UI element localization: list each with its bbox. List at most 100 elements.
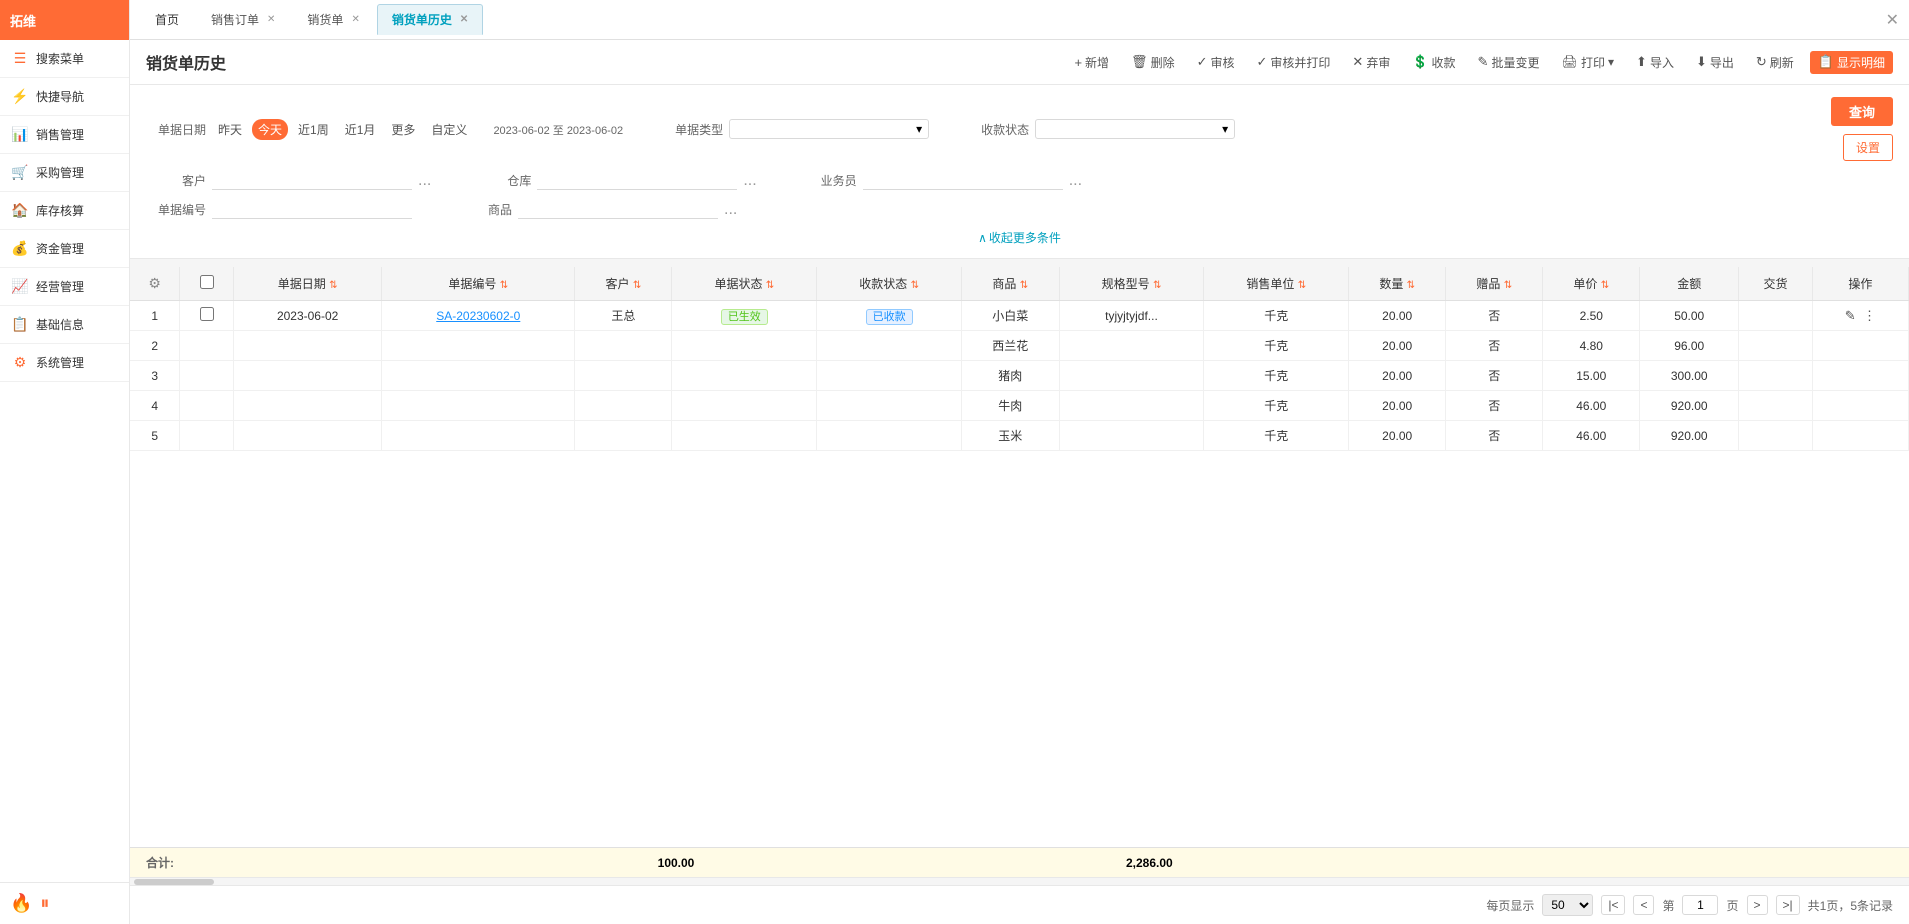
goods-input[interactable] — [518, 200, 718, 219]
date-btn-last-month[interactable]: 近1月 — [339, 119, 382, 140]
sidebar-item-finance[interactable]: 💰 资金管理 — [0, 230, 129, 268]
col-spec[interactable]: 规格型号 ⇅ — [1059, 267, 1204, 301]
col-date[interactable]: 单据日期 ⇅ — [234, 267, 382, 301]
col-price[interactable]: 单价 ⇅ — [1543, 267, 1640, 301]
discard-button[interactable]: ✕弃审 — [1346, 51, 1396, 74]
sidebar-item-search-menu[interactable]: ☰ 搜索菜单 — [0, 40, 129, 78]
audit-icon: ✓ — [1197, 54, 1208, 70]
per-page-select[interactable]: 50 100 200 — [1542, 894, 1593, 916]
print-button[interactable]: 🖨打印▾ — [1555, 51, 1620, 74]
col-doc-no[interactable]: 单据编号 ⇅ — [382, 267, 575, 301]
tab-sales-order-close[interactable]: ✕ — [267, 14, 275, 25]
sidebar-item-label-basic-info: 基础信息 — [36, 316, 84, 333]
date-btn-custom[interactable]: 自定义 — [425, 119, 473, 140]
audit-button[interactable]: ✓审核 — [1191, 51, 1241, 74]
col-gear[interactable]: ⚙ — [130, 267, 180, 301]
warehouse-input[interactable] — [537, 171, 737, 190]
doc-no-input[interactable] — [212, 200, 412, 219]
payment-status-select[interactable]: ▾ — [1035, 119, 1235, 139]
page-prev-btn[interactable]: < — [1633, 895, 1654, 915]
col-goods[interactable]: 商品 ⇅ — [962, 267, 1060, 301]
date-btn-more[interactable]: 更多 — [385, 119, 421, 140]
customer-more-btn[interactable]: ... — [418, 173, 431, 189]
tab-home[interactable]: 首页 — [140, 4, 194, 35]
date-btn-last7[interactable]: 近1周 — [292, 119, 335, 140]
sidebar-item-quick-nav[interactable]: ⚡ 快捷导航 — [0, 78, 129, 116]
sidebar-pause-btn[interactable]: ⏸ — [40, 893, 49, 914]
new-button[interactable]: +新增 — [1068, 51, 1115, 74]
page-last-btn[interactable]: >| — [1776, 895, 1800, 915]
cell-unit: 千克 — [1204, 421, 1349, 451]
collapse-filter-btn[interactable]: ∧ 收起更多条件 — [146, 229, 1893, 246]
col-pay-status[interactable]: 收款状态 ⇅ — [817, 267, 962, 301]
salesperson-input[interactable] — [863, 171, 1063, 190]
page-next-btn[interactable]: > — [1747, 895, 1768, 915]
edit-action-btn[interactable]: ✎ — [1843, 306, 1858, 325]
set-button[interactable]: 设置 — [1843, 134, 1893, 161]
goods-more-btn[interactable]: ... — [724, 202, 737, 218]
cell-price: 15.00 — [1543, 361, 1640, 391]
query-button[interactable]: 查询 — [1831, 97, 1893, 126]
page-first-btn[interactable]: |< — [1601, 895, 1625, 915]
cell-doc-no[interactable]: SA-20230602-0 — [382, 301, 575, 331]
import-button[interactable]: ⬆导入 — [1630, 51, 1680, 74]
sort-doc-no-icon: ⇅ — [500, 280, 508, 291]
row-checkbox[interactable] — [200, 307, 214, 321]
batch-change-button[interactable]: ✎批量变更 — [1472, 51, 1546, 74]
tab-sales-order[interactable]: 销售订单 ✕ — [196, 4, 290, 35]
tab-sales-goods-close[interactable]: ✕ — [351, 14, 359, 25]
sidebar-item-system-mgmt[interactable]: ⚙ 系统管理 — [0, 344, 129, 382]
cell-gift: 否 — [1446, 361, 1543, 391]
export-button[interactable]: ⬇导出 — [1690, 51, 1740, 74]
pagination-bar: 每页显示 50 100 200 |< < 第 页 > >| 共1页，5条记录 — [130, 885, 1909, 924]
col-qty[interactable]: 数量 ⇅ — [1349, 267, 1446, 301]
cell-checkbox[interactable] — [180, 361, 234, 391]
col-customer[interactable]: 客户 ⇅ — [575, 267, 672, 301]
tab-sales-history[interactable]: 销货单历史 ✕ — [377, 4, 483, 35]
sidebar-fire-btn[interactable]: 🔥 — [10, 893, 32, 914]
tab-sales-goods[interactable]: 销货单 ✕ — [292, 4, 374, 35]
cell-spec: tyjyjtyjdf... — [1059, 301, 1204, 331]
more-action-btn[interactable]: ⋮ — [1861, 306, 1878, 325]
sidebar-item-operations[interactable]: 📈 经营管理 — [0, 268, 129, 306]
date-btn-yesterday[interactable]: 昨天 — [212, 119, 248, 140]
customer-input[interactable] — [212, 171, 412, 190]
table-footer: 合计: 100.00 2,286.00 — [130, 847, 1909, 877]
cell-checkbox[interactable] — [180, 421, 234, 451]
sidebar-item-basic-info[interactable]: 📋 基础信息 — [0, 306, 129, 344]
cell-checkbox[interactable] — [180, 331, 234, 361]
tab-bar-close-all[interactable]: ✕ — [1886, 10, 1899, 30]
sidebar-item-label-quick-nav: 快捷导航 — [36, 88, 84, 105]
col-gift[interactable]: 赠品 ⇅ — [1446, 267, 1543, 301]
sidebar-item-purchase-mgmt[interactable]: 🛒 采购管理 — [0, 154, 129, 192]
warehouse-more-btn[interactable]: ... — [743, 173, 756, 189]
gear-settings-icon[interactable]: ⚙ — [148, 275, 161, 291]
cell-checkbox[interactable] — [180, 301, 234, 331]
page-label: 第 — [1662, 897, 1674, 914]
col-doc-status[interactable]: 单据状态 ⇅ — [672, 267, 817, 301]
tab-sales-history-close[interactable]: ✕ — [460, 14, 468, 25]
audit-print-button[interactable]: ✓审核并打印 — [1251, 51, 1337, 74]
doc-type-select[interactable]: ▾ — [729, 119, 929, 139]
sidebar-item-inventory[interactable]: 🏠 库存核算 — [0, 192, 129, 230]
doc-no-link[interactable]: SA-20230602-0 — [436, 309, 520, 323]
scroll-thumb[interactable] — [134, 879, 214, 885]
doc-type-dropdown-icon: ▾ — [916, 122, 922, 136]
show-detail-button[interactable]: 📋 显示明细 — [1810, 51, 1893, 74]
sidebar-item-sales-mgmt[interactable]: 📊 销售管理 — [0, 116, 129, 154]
sidebar-item-label-system-mgmt: 系统管理 — [36, 354, 84, 371]
collect-button[interactable]: 💲收款 — [1406, 51, 1461, 74]
col-doc-status-label: 单据状态 — [714, 277, 762, 291]
delete-button[interactable]: 🗑删除 — [1125, 51, 1181, 74]
page-input[interactable] — [1682, 895, 1718, 915]
filter-right-panel: 查询 设置 — [1831, 97, 1893, 161]
date-btn-today[interactable]: 今天 — [252, 119, 288, 140]
filter-item-payment-status: 收款状态 ▾ — [969, 119, 1235, 139]
refresh-button[interactable]: ↻刷新 — [1750, 51, 1800, 74]
sidebar-item-label-finance: 资金管理 — [36, 240, 84, 257]
col-customer-label: 客户 — [606, 277, 630, 291]
salesperson-more-btn[interactable]: ... — [1069, 173, 1082, 189]
col-unit[interactable]: 销售单位 ⇅ — [1204, 267, 1349, 301]
select-all-checkbox[interactable] — [200, 275, 214, 289]
cell-checkbox[interactable] — [180, 391, 234, 421]
